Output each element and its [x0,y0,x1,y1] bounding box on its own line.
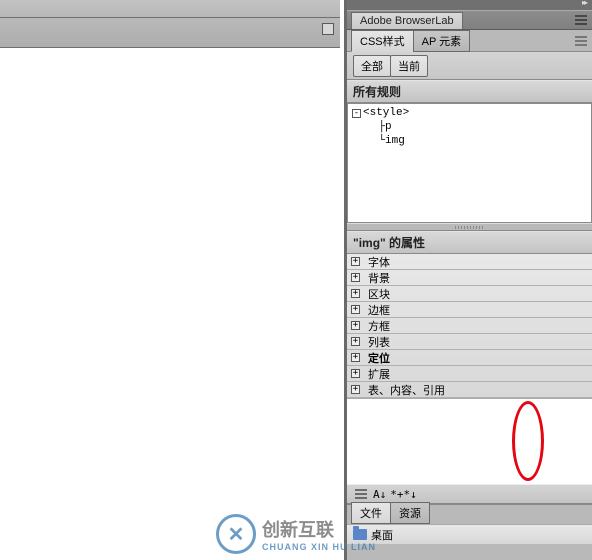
panel-title-tab[interactable]: Adobe BrowserLab [351,12,463,29]
plus-icon[interactable]: + [351,289,360,298]
plus-icon[interactable]: + [351,353,360,362]
document-area [0,0,340,560]
files-panel-tabs: 文件 资源 [347,504,592,524]
tree-row-p[interactable]: ├p [352,120,587,134]
plus-icon[interactable]: + [351,257,360,266]
mode-row: 全部 当前 [347,52,592,80]
tab-ap-elements[interactable]: AP 元素 [413,30,471,52]
tree-row-img[interactable]: └img [352,134,587,148]
mode-current-button[interactable]: 当前 [390,55,428,77]
subtabs: CSS样式 AP 元素 [347,30,592,52]
properties-list: +字体 +背景 +区块 +边框 +方框 +列表 +定位 +扩展 +表、内容、引用 [347,254,592,398]
subtabs-menu-icon[interactable] [574,36,588,46]
files-location-row[interactable]: 桌面 [347,524,592,544]
desktop-label: 桌面 [371,527,393,543]
folder-icon [353,529,367,540]
prop-row-block[interactable]: +区块 [347,286,592,302]
plus-icon[interactable]: + [351,305,360,314]
left-tab-strip [0,18,340,48]
plus-icon[interactable]: + [351,321,360,330]
sort-relevance-button[interactable]: *+*↓ [390,488,417,501]
property-values-area [347,398,592,484]
plus-icon[interactable]: + [351,273,360,282]
left-top-bar [0,0,340,18]
tab-assets[interactable]: 资源 [390,502,430,524]
tree-row-style[interactable]: -<style> [352,106,587,120]
prop-row-position[interactable]: +定位 [347,350,592,366]
prop-row-box[interactable]: +方框 [347,318,592,334]
properties-header: "img" 的属性 [347,231,592,254]
list-view-icon[interactable] [353,487,369,501]
document-canvas[interactable] [0,48,340,560]
sort-az-button[interactable]: A↓ [373,488,386,501]
tab-files[interactable]: 文件 [351,502,391,524]
prop-row-table[interactable]: +表、内容、引用 [347,382,592,398]
red-annotation-oval [512,401,544,481]
css-toolbar: A↓ *+*↓ [347,484,592,504]
panel-header: Adobe BrowserLab [347,10,592,30]
right-panel: Adobe BrowserLab CSS样式 AP 元素 全部 当前 所有规则 … [344,0,592,560]
plus-icon[interactable]: + [351,337,360,346]
plus-icon[interactable]: + [351,369,360,378]
splitter[interactable] [347,223,592,231]
all-rules-header: 所有规则 [347,80,592,103]
panel-menu-icon[interactable] [574,15,588,25]
panel-dock-icon[interactable] [322,23,334,35]
rules-tree[interactable]: -<style> ├p └img [347,103,592,223]
prop-row-background[interactable]: +背景 [347,270,592,286]
minus-icon[interactable]: - [352,109,361,118]
tab-css-styles[interactable]: CSS样式 [351,30,414,52]
collapse-bar[interactable] [347,0,592,10]
prop-row-list[interactable]: +列表 [347,334,592,350]
prop-row-border[interactable]: +边框 [347,302,592,318]
prop-row-extension[interactable]: +扩展 [347,366,592,382]
plus-icon[interactable]: + [351,385,360,394]
mode-all-button[interactable]: 全部 [353,55,391,77]
prop-row-font[interactable]: +字体 [347,254,592,270]
